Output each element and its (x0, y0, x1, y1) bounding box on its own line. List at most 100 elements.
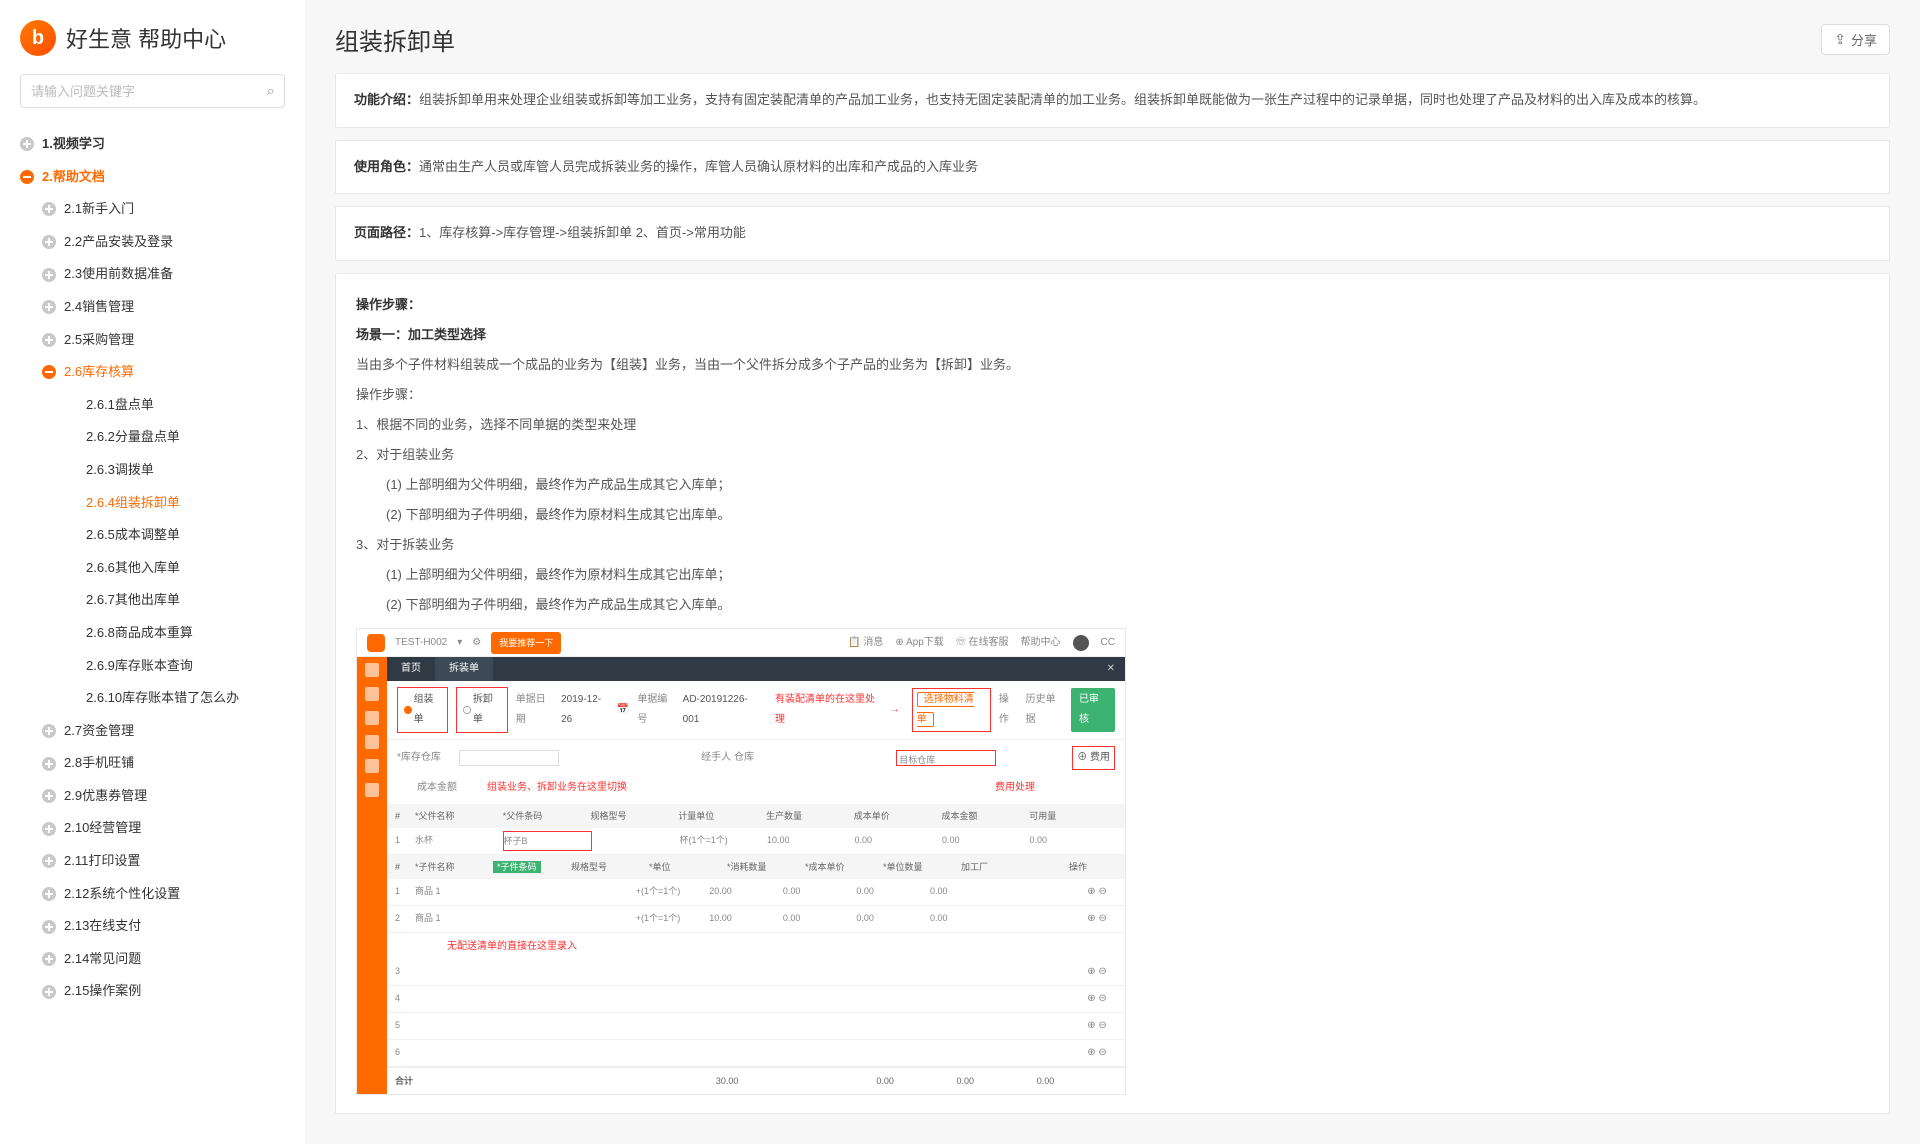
nav-leaf[interactable]: 2.6.6其他入库单 (86, 560, 180, 575)
avatar-icon (1073, 635, 1089, 651)
nav-leaf[interactable]: 2.6.9库存账本查询 (86, 658, 193, 673)
scene-label: 场景一：加工类型选择 (356, 322, 1869, 348)
search-icon[interactable]: ⌕ (267, 83, 275, 100)
nav-item[interactable]: 2.8手机旺铺 (42, 747, 285, 780)
warehouse-input (459, 750, 559, 766)
mock-tabs: 首页 拆装单 ✕ (387, 657, 1125, 681)
nav-leaf[interactable]: 2.6.1盘点单 (86, 397, 154, 412)
docno-label: 单据编号 (637, 690, 674, 730)
nav-leaf[interactable]: 2.6.8商品成本重算 (86, 625, 193, 640)
nav-item[interactable]: 2.5采购管理 (42, 324, 285, 357)
nav-leaf[interactable]: 2.6.10库存账本错了怎么办 (86, 690, 239, 705)
nav-label: 1.视频学习 (42, 130, 105, 159)
step-2a: (1) 上部明细为父件明细，最终作为产成品生成其它入库单； (356, 472, 1869, 498)
plus-icon (42, 887, 56, 901)
plus-icon (42, 789, 56, 803)
plus-icon (42, 985, 56, 999)
mock-menu-msg: 📋 消息 (848, 633, 883, 653)
nav-leaf[interactable]: 2.6.2分量盘点单 (86, 429, 180, 444)
nav-label: 2.15操作案例 (64, 977, 141, 1006)
child-row: 1商品 1+(1个=1个)20.000.000.000.00⊕ ⊖ (387, 879, 1125, 906)
share-label: 分享 (1851, 30, 1877, 49)
plus-icon (42, 724, 56, 738)
nav-item[interactable]: 2.2产品安装及登录 (42, 226, 285, 259)
mock-menu-user: CC (1101, 633, 1115, 653)
nav-item[interactable]: 2.11打印设置 (42, 845, 285, 878)
nav-label: 2.6库存核算 (64, 358, 134, 387)
parent-table: #*父件名称*父件条码规格型号计量单位生产数量成本单价成本金额可用量 1水杯杯子… (387, 804, 1125, 855)
ops-link: 操作 (999, 690, 1018, 730)
mock-menu-help: 帮助中心 (1021, 633, 1061, 653)
path-card: 页面路径：1、库存核算->库存管理->组装拆卸单 2、首页->常用功能 (335, 206, 1890, 261)
nav-item[interactable]: 2.3使用前数据准备 (42, 258, 285, 291)
mock-side-icon (365, 735, 379, 749)
mock-fields-row: *库存仓库 经手人 仓库 目标仓库 ⊕ 费用 (387, 740, 1125, 776)
nav-leaf[interactable]: 2.6.3调拨单 (86, 462, 154, 477)
step-3: 3、对于拆装业务 (356, 532, 1869, 558)
search-input[interactable] (20, 74, 285, 108)
nav-item[interactable]: 2.7资金管理 (42, 715, 285, 748)
screenshot-mock: TEST-H002 ▾ ⚙ 我要推荐一下 📋 消息 ⊕ App下载 ☏ 在线客服… (356, 628, 1126, 1095)
path-text: 1、库存核算->库存管理->组装拆卸单 2、首页->常用功能 (419, 225, 746, 240)
nav-label: 2.12系统个性化设置 (64, 880, 180, 909)
search-box: ⌕ (20, 74, 285, 108)
role-lead: 使用角色： (354, 159, 419, 174)
nav-item[interactable]: 1.视频学习 (20, 128, 285, 161)
date-value: 2019-12-26 (561, 690, 609, 730)
mock-side-icon (365, 759, 379, 773)
logo: b 好生意 帮助中心 (20, 20, 285, 56)
nav-item[interactable]: 2.13在线支付 (42, 910, 285, 943)
fee-button: ⊕ 费用 (1072, 746, 1115, 770)
nav-leaf[interactable]: 2.6.5成本调整单 (86, 527, 180, 542)
nav-item[interactable]: 2.帮助文档 (20, 161, 285, 194)
nav-item[interactable]: 2.6库存核算 (42, 356, 285, 389)
nav-item[interactable]: 2.10经营管理 (42, 812, 285, 845)
approve-button: 已审核 (1071, 688, 1115, 732)
child-table: #*子件名称*子件条码规格型号*单位*消耗数量*成本单价*单位数量加工厂操作 1… (387, 855, 1125, 1094)
mock-header-row: 组装单 拆卸单 单据日期 2019-12-26 📅 单据编号 AD-201912… (387, 681, 1125, 740)
nav-label: 2.10经营管理 (64, 814, 141, 843)
date-label: 单据日期 (516, 690, 553, 730)
plus-icon (42, 300, 56, 314)
nav-label: 2.帮助文档 (42, 163, 105, 192)
nav-item[interactable]: 2.12系统个性化设置 (42, 878, 285, 911)
nav-item[interactable]: 2.1新手入门 (42, 193, 285, 226)
nav-item[interactable]: 2.14常见问题 (42, 943, 285, 976)
nav-leaf[interactable]: 2.6.4组装拆卸单 (86, 495, 180, 510)
nav: 1.视频学习2.帮助文档2.1新手入门2.2产品安装及登录2.3使用前数据准备2… (20, 128, 285, 1008)
mock-tab-home: 首页 (387, 657, 435, 681)
page-header: 组装拆卸单 ⇪ 分享 (335, 0, 1890, 73)
child-row-empty: 6⊕ ⊖ (387, 1040, 1125, 1067)
child-foot: 合计30.000.000.000.00 (387, 1067, 1125, 1094)
nav-leaf[interactable]: 2.6.7其他出库单 (86, 592, 180, 607)
nav-label: 2.4销售管理 (64, 293, 134, 322)
nav-item[interactable]: 2.4销售管理 (42, 291, 285, 324)
mock-topbar: TEST-H002 ▾ ⚙ 我要推荐一下 📋 消息 ⊕ App下载 ☏ 在线客服… (357, 629, 1125, 657)
nav-label: 2.2产品安装及登录 (64, 228, 173, 257)
chevron-down-icon: ▾ (457, 633, 462, 653)
nav-item[interactable]: 2.15操作案例 (42, 975, 285, 1008)
mock-title: TEST-H002 (395, 633, 447, 653)
plus-icon (42, 952, 56, 966)
share-button[interactable]: ⇪ 分享 (1821, 24, 1890, 55)
nav-label: 2.14常见问题 (64, 945, 141, 974)
nav-item[interactable]: 2.9优惠券管理 (42, 780, 285, 813)
docno-value: AD-20191226-001 (683, 690, 759, 730)
cost-label: 成本金额 (397, 778, 457, 798)
parent-thead: #*父件名称*父件条码规格型号计量单位生产数量成本单价成本金额可用量 (387, 804, 1125, 828)
child-row-empty: 3⊕ ⊖ (387, 959, 1125, 986)
config-box: 选择物料清单 (912, 688, 991, 732)
child-row-empty: 4⊕ ⊖ (387, 986, 1125, 1013)
scene-desc: 当由多个子件材料组装成一个成品的业务为【组装】业务，当由一个父件拆分成多个子产品… (356, 352, 1869, 378)
close-icon: ✕ (1097, 659, 1125, 679)
person-label: 经手人 仓库 (701, 748, 754, 768)
mock-side-icon (365, 687, 379, 701)
dest-input: 目标仓库 (896, 750, 996, 766)
minus-icon (42, 365, 56, 379)
gear-icon: ⚙ (472, 633, 481, 653)
plus-icon (42, 235, 56, 249)
nav-label: 2.8手机旺铺 (64, 749, 134, 778)
child-thead: #*子件名称*子件条码规格型号*单位*消耗数量*成本单价*单位数量加工厂操作 (387, 855, 1125, 879)
plus-icon (42, 822, 56, 836)
radio-assemble: 组装单 (397, 687, 448, 733)
